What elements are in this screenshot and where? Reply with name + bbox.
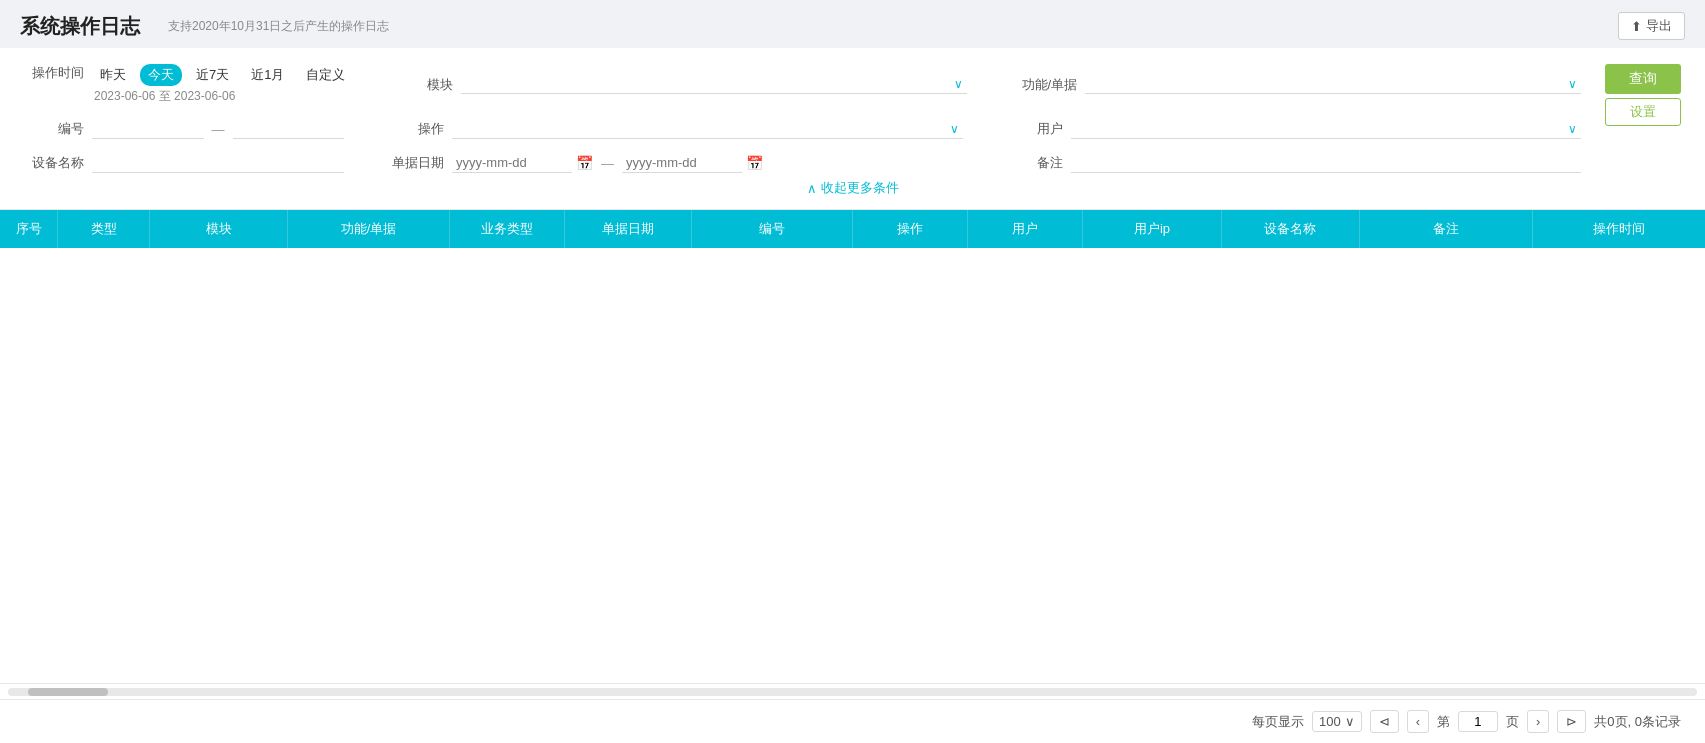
- time-btn-yesterday[interactable]: 昨天: [92, 64, 134, 86]
- number-dash: —: [212, 122, 225, 137]
- time-filter-group: 昨天 今天 近7天 近1月 自定义 2023-06-06 至 2023-06-0…: [92, 64, 353, 105]
- pagination: 每页显示 100 ∨ ⊲ ‹ 第 页 › ⊳ 共0页, 0条记录: [0, 699, 1705, 743]
- user-label: 用户: [1003, 120, 1063, 138]
- time-btn-custom[interactable]: 自定义: [298, 64, 353, 86]
- remark-input[interactable]: [1071, 153, 1582, 173]
- time-btn-1month[interactable]: 近1月: [243, 64, 292, 86]
- date-dash: —: [601, 156, 614, 171]
- last-page-button[interactable]: ⊳: [1557, 710, 1586, 733]
- number-label: 编号: [24, 120, 84, 138]
- page-unit: 页: [1506, 713, 1519, 731]
- time-buttons: 昨天 今天 近7天 近1月 自定义: [92, 64, 353, 86]
- user-chevron-icon: ∨: [1568, 122, 1577, 136]
- settings-button[interactable]: 设置: [1605, 98, 1681, 126]
- page-input[interactable]: [1458, 711, 1498, 732]
- scroll-track[interactable]: [8, 688, 1697, 696]
- collapse-label: 收起更多条件: [821, 179, 899, 197]
- col-operation: 操作: [852, 210, 967, 248]
- per-page-chevron-icon: ∨: [1345, 714, 1355, 729]
- col-user: 用户: [968, 210, 1083, 248]
- user-select[interactable]: ∨: [1071, 120, 1582, 139]
- header-left: 系统操作日志 支持2020年10月31日之后产生的操作日志: [20, 13, 389, 40]
- per-page-select[interactable]: 100 ∨: [1312, 711, 1362, 732]
- device-label: 设备名称: [24, 154, 84, 172]
- action-buttons: 查询 设置: [1605, 64, 1681, 126]
- empty-area: [0, 248, 1705, 568]
- page-subtitle: 支持2020年10月31日之后产生的操作日志: [168, 18, 389, 35]
- number-input-end[interactable]: [233, 119, 345, 139]
- col-biztype: 业务类型: [449, 210, 564, 248]
- export-button[interactable]: ⬆ 导出: [1618, 12, 1685, 40]
- module-chevron-icon: ∨: [954, 77, 963, 91]
- device-input[interactable]: [92, 153, 344, 173]
- page-wrapper: 系统操作日志 支持2020年10月31日之后产生的操作日志 ⬆ 导出 操作时间 …: [0, 0, 1705, 743]
- time-btn-7days[interactable]: 近7天: [188, 64, 237, 86]
- date-end-calendar-icon[interactable]: 📅: [746, 155, 763, 171]
- operation-chevron-icon: ∨: [950, 122, 959, 136]
- export-icon: ⬆: [1631, 19, 1642, 34]
- col-remark: 备注: [1359, 210, 1532, 248]
- first-page-button[interactable]: ⊲: [1370, 710, 1399, 733]
- collapse-row: ∧ 收起更多条件: [24, 173, 1681, 199]
- filter-fields-grid: 操作时间 昨天 今天 近7天 近1月 自定义 2023-06-06 至 2023…: [24, 64, 1581, 173]
- time-label: 操作时间: [24, 64, 84, 82]
- export-label: 导出: [1646, 17, 1672, 35]
- total-info: 共0页, 0条记录: [1594, 713, 1681, 731]
- col-optime: 操作时间: [1532, 210, 1705, 248]
- module-label: 模块: [393, 76, 453, 94]
- col-date: 单据日期: [564, 210, 691, 248]
- col-module: 模块: [150, 210, 288, 248]
- function-select[interactable]: ∨: [1085, 75, 1581, 94]
- page-label: 第: [1437, 713, 1450, 731]
- col-device: 设备名称: [1221, 210, 1359, 248]
- filter-main-row: 操作时间 昨天 今天 近7天 近1月 自定义 2023-06-06 至 2023…: [24, 64, 1681, 173]
- filter-row-1: 操作时间 昨天 今天 近7天 近1月 自定义 2023-06-06 至 2023…: [24, 64, 1581, 105]
- date-start-calendar-icon[interactable]: 📅: [576, 155, 593, 171]
- data-table: 序号 类型 模块 功能/单据 业务类型 单据日期 编号 操作 用户 用户ip 设…: [0, 210, 1705, 248]
- query-button[interactable]: 查询: [1605, 64, 1681, 94]
- next-page-button[interactable]: ›: [1527, 710, 1549, 733]
- col-function: 功能/单据: [288, 210, 449, 248]
- per-page-label: 每页显示: [1252, 713, 1304, 731]
- remark-label: 备注: [1003, 154, 1063, 172]
- scroll-bar-area[interactable]: [0, 683, 1705, 699]
- col-userip: 用户ip: [1083, 210, 1221, 248]
- time-range-text: 2023-06-06 至 2023-06-06: [94, 88, 353, 105]
- col-type: 类型: [58, 210, 150, 248]
- function-chevron-icon: ∨: [1568, 77, 1577, 91]
- date-label: 单据日期: [384, 154, 444, 172]
- number-input-start[interactable]: [92, 119, 204, 139]
- filter-area: 操作时间 昨天 今天 近7天 近1月 自定义 2023-06-06 至 2023…: [0, 48, 1705, 210]
- page-header: 系统操作日志 支持2020年10月31日之后产生的操作日志 ⬆ 导出: [0, 0, 1705, 48]
- page-title: 系统操作日志: [20, 13, 140, 40]
- filter-row-3: 设备名称 单据日期 📅 — 📅 备注: [24, 153, 1581, 173]
- table-header-row: 序号 类型 模块 功能/单据 业务类型 单据日期 编号 操作 用户 用户ip 设…: [0, 210, 1705, 248]
- prev-page-button[interactable]: ‹: [1407, 710, 1429, 733]
- module-select[interactable]: ∨: [461, 75, 967, 94]
- table-wrapper: 序号 类型 模块 功能/单据 业务类型 单据日期 编号 操作 用户 用户ip 设…: [0, 210, 1705, 683]
- collapse-chevron-icon: ∧: [807, 181, 817, 196]
- operation-select[interactable]: ∨: [452, 120, 963, 139]
- date-start-input[interactable]: [452, 153, 572, 173]
- operation-label: 操作: [384, 120, 444, 138]
- per-page-value: 100: [1319, 714, 1341, 729]
- time-btn-today[interactable]: 今天: [140, 64, 182, 86]
- function-label: 功能/单据: [1007, 76, 1077, 94]
- col-index: 序号: [0, 210, 58, 248]
- table-header: 序号 类型 模块 功能/单据 业务类型 单据日期 编号 操作 用户 用户ip 设…: [0, 210, 1705, 248]
- date-end-input[interactable]: [622, 153, 742, 173]
- collapse-button[interactable]: ∧ 收起更多条件: [807, 179, 899, 197]
- col-number: 编号: [691, 210, 852, 248]
- scroll-thumb[interactable]: [28, 688, 108, 696]
- filter-row-2: 编号 — 操作 ∨ 用户: [24, 119, 1581, 139]
